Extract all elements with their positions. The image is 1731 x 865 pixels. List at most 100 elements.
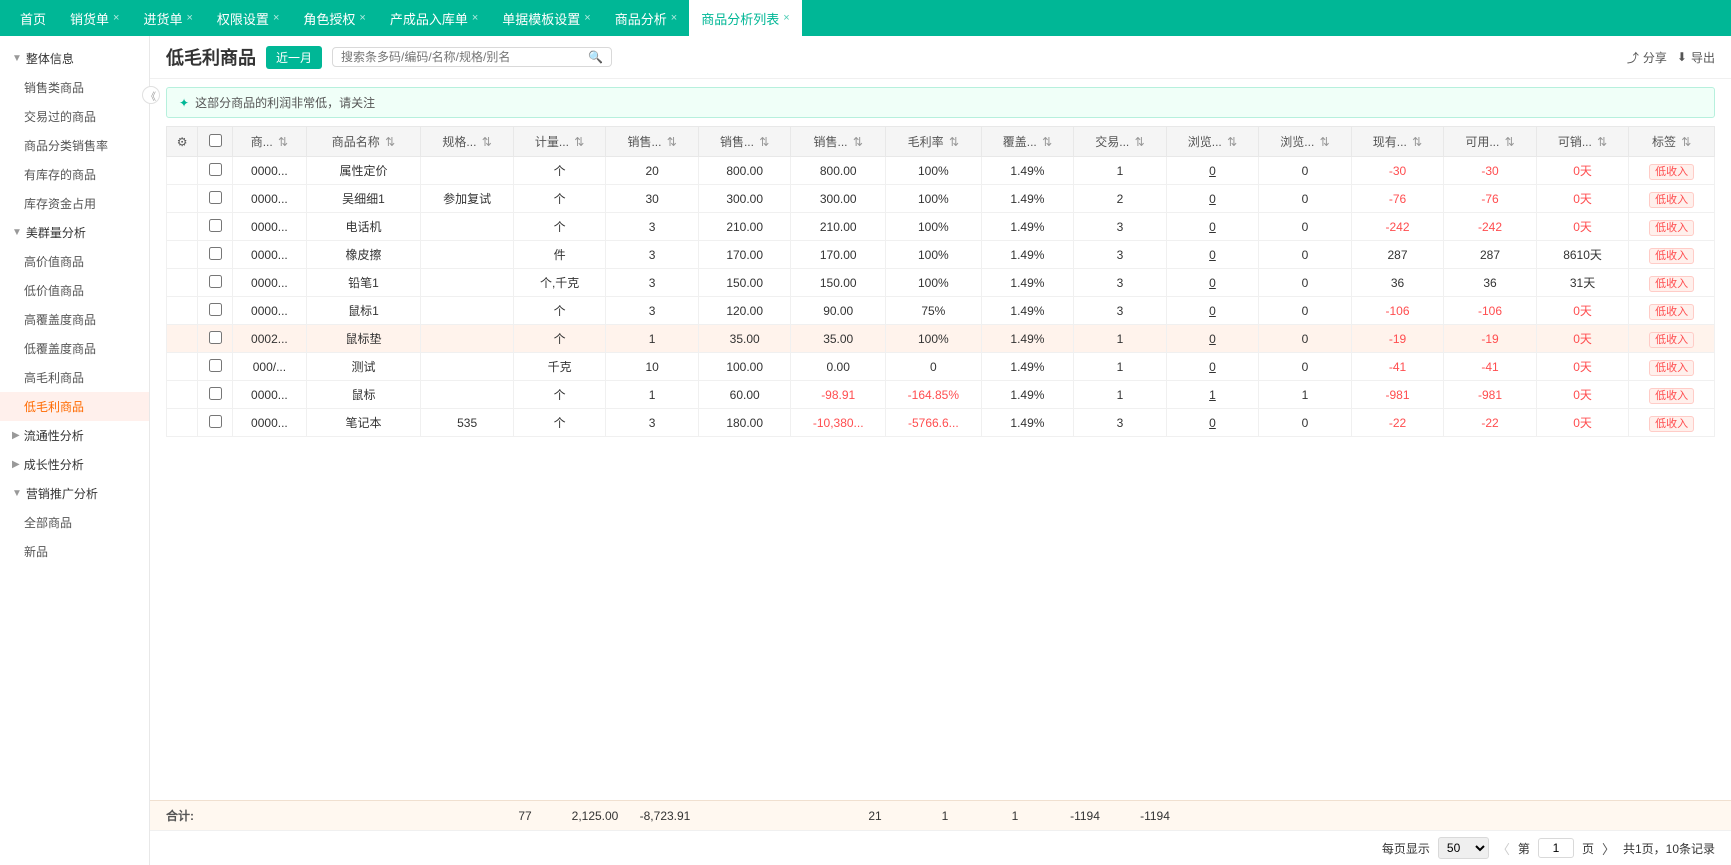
row-checkbox[interactable] bbox=[209, 415, 222, 428]
cell-checkbox[interactable] bbox=[198, 157, 233, 185]
close-icon[interactable]: × bbox=[186, 12, 192, 24]
views-link[interactable]: 0 bbox=[1209, 276, 1216, 290]
table-container[interactable]: ⚙ 商... ⇅ 商品名称 ⇅ 规格... ⇅ 计量... ⇅ 销售... ⇅ … bbox=[150, 126, 1731, 800]
cell-views1[interactable]: 0 bbox=[1166, 213, 1259, 241]
views-link[interactable]: 0 bbox=[1209, 164, 1216, 178]
views-link[interactable]: 0 bbox=[1209, 332, 1216, 346]
views-link[interactable]: 0 bbox=[1209, 248, 1216, 262]
cell-checkbox[interactable] bbox=[198, 241, 233, 269]
cell-checkbox[interactable] bbox=[198, 409, 233, 437]
col-unit[interactable]: 计量... ⇅ bbox=[513, 127, 606, 157]
row-checkbox[interactable] bbox=[209, 331, 222, 344]
select-all-checkbox[interactable] bbox=[209, 134, 222, 147]
col-views2[interactable]: 浏览... ⇅ bbox=[1259, 127, 1352, 157]
col-name[interactable]: 商品名称 ⇅ bbox=[306, 127, 421, 157]
sidebar-item-new-products[interactable]: 新品 bbox=[0, 537, 149, 566]
col-available-stock[interactable]: 可用... ⇅ bbox=[1444, 127, 1537, 157]
nav-template-settings[interactable]: 单据模板设置 × bbox=[490, 0, 602, 36]
views-link[interactable]: 0 bbox=[1209, 360, 1216, 374]
row-checkbox[interactable] bbox=[209, 303, 222, 316]
cell-views1[interactable]: 0 bbox=[1166, 157, 1259, 185]
col-sales-amount[interactable]: 销售... ⇅ bbox=[698, 127, 791, 157]
sidebar-item-low-margin[interactable]: 低毛利商品 bbox=[0, 392, 149, 421]
export-button[interactable]: ⬇ 导出 bbox=[1677, 49, 1715, 66]
sidebar-item-sales-products[interactable]: 销售类商品 bbox=[0, 73, 149, 102]
close-icon[interactable]: × bbox=[671, 12, 677, 24]
col-tag[interactable]: 标签 ⇅ bbox=[1629, 127, 1715, 157]
sidebar-item-stock-capital[interactable]: 库存资金占用 bbox=[0, 189, 149, 218]
sidebar-item-in-stock[interactable]: 有库存的商品 bbox=[0, 160, 149, 189]
collapse-sidebar-button[interactable]: 《 bbox=[142, 86, 160, 104]
sidebar-item-all-products[interactable]: 全部商品 bbox=[0, 508, 149, 537]
close-icon[interactable]: × bbox=[472, 12, 478, 24]
page-size-select[interactable]: 20 50 100 bbox=[1438, 837, 1489, 859]
nav-purchase-order[interactable]: 进货单 × bbox=[131, 0, 204, 36]
cell-checkbox[interactable] bbox=[198, 381, 233, 409]
cell-checkbox[interactable] bbox=[198, 325, 233, 353]
nav-product-analysis[interactable]: 商品分析 × bbox=[603, 0, 689, 36]
row-checkbox[interactable] bbox=[209, 359, 222, 372]
col-gross-margin[interactable]: 毛利率 ⇅ bbox=[886, 127, 982, 157]
cell-views1[interactable]: 0 bbox=[1166, 409, 1259, 437]
close-icon[interactable]: × bbox=[113, 12, 119, 24]
sidebar-item-category-sales-rate[interactable]: 商品分类销售率 bbox=[0, 131, 149, 160]
sidebar-group-circulation[interactable]: ▶ 流通性分析 bbox=[0, 421, 149, 450]
share-button[interactable]: ⤴ 分享 bbox=[1627, 49, 1667, 66]
row-checkbox[interactable] bbox=[209, 247, 222, 260]
cell-views1[interactable]: 1 bbox=[1166, 381, 1259, 409]
sidebar-group-growth[interactable]: ▶ 成长性分析 bbox=[0, 450, 149, 479]
sidebar-item-high-margin[interactable]: 高毛利商品 bbox=[0, 363, 149, 392]
sidebar-group-overall[interactable]: ▼ 整体信息 bbox=[0, 44, 149, 73]
sidebar-item-high-coverage[interactable]: 高覆盖度商品 bbox=[0, 305, 149, 334]
col-sales-qty[interactable]: 销售... ⇅ bbox=[606, 127, 699, 157]
cell-checkbox[interactable] bbox=[198, 297, 233, 325]
cell-views1[interactable]: 0 bbox=[1166, 185, 1259, 213]
next-page-button[interactable]: 〉 bbox=[1602, 839, 1615, 858]
page-number-input[interactable] bbox=[1538, 838, 1574, 858]
col-checkbox[interactable] bbox=[198, 127, 233, 157]
row-checkbox[interactable] bbox=[209, 219, 222, 232]
cell-views1[interactable]: 0 bbox=[1166, 241, 1259, 269]
nav-permissions[interactable]: 权限设置 × bbox=[205, 0, 291, 36]
views-link[interactable]: 0 bbox=[1209, 220, 1216, 234]
cell-checkbox[interactable] bbox=[198, 269, 233, 297]
row-checkbox[interactable] bbox=[209, 387, 222, 400]
sidebar-item-traded-products[interactable]: 交易过的商品 bbox=[0, 102, 149, 131]
col-coverage[interactable]: 覆盖... ⇅ bbox=[981, 127, 1074, 157]
nav-sales-order[interactable]: 销货单 × bbox=[58, 0, 131, 36]
cell-views1[interactable]: 0 bbox=[1166, 325, 1259, 353]
col-trade-count[interactable]: 交易... ⇅ bbox=[1074, 127, 1167, 157]
cell-views1[interactable]: 0 bbox=[1166, 297, 1259, 325]
col-views1[interactable]: 浏览... ⇅ bbox=[1166, 127, 1259, 157]
cell-checkbox[interactable] bbox=[198, 353, 233, 381]
cell-views1[interactable]: 0 bbox=[1166, 353, 1259, 381]
cell-checkbox[interactable] bbox=[198, 185, 233, 213]
close-icon[interactable]: × bbox=[359, 12, 365, 24]
row-checkbox[interactable] bbox=[209, 163, 222, 176]
nav-home[interactable]: 首页 bbox=[8, 0, 58, 36]
col-current-stock[interactable]: 现有... ⇅ bbox=[1351, 127, 1444, 157]
cell-views1[interactable]: 0 bbox=[1166, 269, 1259, 297]
sidebar-item-low-value[interactable]: 低价值商品 bbox=[0, 276, 149, 305]
row-checkbox[interactable] bbox=[209, 275, 222, 288]
views-link[interactable]: 0 bbox=[1209, 304, 1216, 318]
nav-product-inbound[interactable]: 产成品入库单 × bbox=[378, 0, 490, 36]
views-link[interactable]: 1 bbox=[1209, 388, 1216, 402]
prev-page-button[interactable]: 〈 bbox=[1497, 839, 1510, 858]
nav-product-analysis-list[interactable]: 商品分析列表 × bbox=[689, 0, 801, 36]
col-code[interactable]: 商... ⇅ bbox=[233, 127, 307, 157]
close-icon[interactable]: × bbox=[273, 12, 279, 24]
views-link[interactable]: 0 bbox=[1209, 192, 1216, 206]
col-sellable-qty[interactable]: 可销... ⇅ bbox=[1536, 127, 1629, 157]
nav-role-auth[interactable]: 角色授权 × bbox=[291, 0, 377, 36]
col-spec[interactable]: 规格... ⇅ bbox=[421, 127, 514, 157]
filter-recent-month-button[interactable]: 近一月 bbox=[266, 46, 322, 69]
sidebar-item-high-value[interactable]: 高价值商品 bbox=[0, 247, 149, 276]
search-input[interactable] bbox=[341, 50, 588, 64]
col-settings[interactable]: ⚙ bbox=[167, 127, 198, 157]
row-checkbox[interactable] bbox=[209, 191, 222, 204]
close-icon[interactable]: × bbox=[783, 12, 789, 24]
views-link[interactable]: 0 bbox=[1209, 416, 1216, 430]
sidebar-group-abc[interactable]: ▼ 美群量分析 bbox=[0, 218, 149, 247]
cell-checkbox[interactable] bbox=[198, 213, 233, 241]
